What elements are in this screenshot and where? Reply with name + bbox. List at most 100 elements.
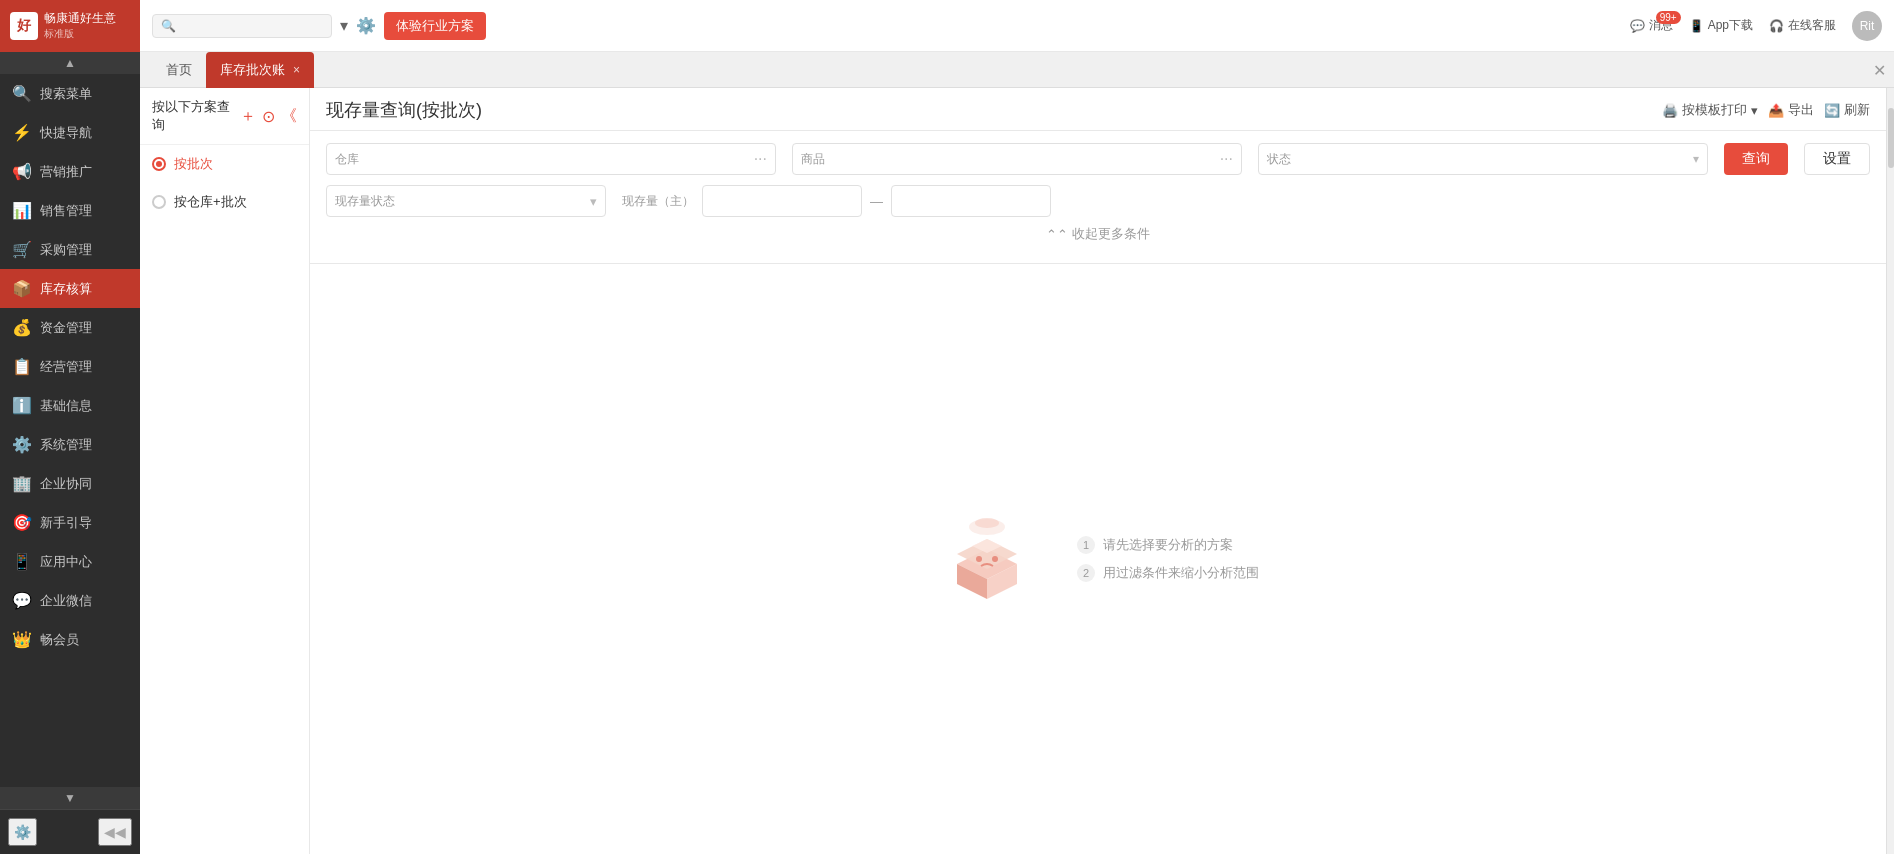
top-bar: 🔍 ▾ ⚙️ 体验行业方案 💬 消息 99+ 📱 App下载 🎧 在线客服 [140, 0, 1894, 52]
gear-btn[interactable]: ▾ [340, 16, 348, 35]
export-btn[interactable]: 📤 导出 [1768, 101, 1814, 119]
settings-btn[interactable]: 设置 [1804, 143, 1870, 175]
sidebar-item-search[interactable]: 🔍 搜索菜单 [0, 74, 140, 113]
filter-panel-actions: ＋ ⊙ 《 [240, 106, 297, 127]
filter-option-by-batch[interactable]: 按批次 [140, 145, 309, 183]
sidebar-item-inventory[interactable]: 📦 库存核算 [0, 269, 140, 308]
sidebar-item-newuser[interactable]: 🎯 新手引导 [0, 503, 140, 542]
sidebar-item-finance[interactable]: 💰 资金管理 [0, 308, 140, 347]
inventory-status-dropdown-icon: ▾ [590, 194, 597, 209]
settings-footer-btn[interactable]: ⚙️ [8, 818, 37, 846]
tab-home[interactable]: 首页 [152, 55, 206, 85]
sidebar-item-sales[interactable]: 📊 销售管理 [0, 191, 140, 230]
settings-icon-btn[interactable]: ⚙️ [356, 16, 376, 35]
inventory-status-field[interactable]: 现存量状态 ▾ [326, 185, 606, 217]
close-all-tabs-btn[interactable]: ✕ [1873, 60, 1886, 79]
product-more-btn[interactable]: ··· [1220, 150, 1233, 168]
status-field: 状态 ▾ [1258, 143, 1708, 175]
status-input[interactable]: 状态 ▾ [1258, 143, 1708, 175]
top-search-bar[interactable]: 🔍 [152, 14, 332, 38]
collapse-sidebar-btn[interactable]: ◀◀ [98, 818, 132, 846]
sidebar-scroll-down[interactable]: ▼ [0, 787, 140, 809]
sidebar-item-system[interactable]: ⚙️ 系统管理 [0, 425, 140, 464]
sidebar-item-label: 采购管理 [40, 241, 128, 259]
right-scrollbar[interactable] [1886, 88, 1894, 854]
sidebar-item-enterprise[interactable]: 🏢 企业协同 [0, 464, 140, 503]
enterprise-icon: 🏢 [12, 474, 32, 493]
tip-text-1: 请先选择要分析的方案 [1103, 536, 1233, 554]
export-icon: 📤 [1768, 103, 1784, 118]
product-field: 商品 ··· [792, 143, 1242, 175]
app-download-btn[interactable]: 📱 App下载 [1689, 17, 1753, 34]
page-area: 按以下方案查询 ＋ ⊙ 《 按批次 按仓库+批次 现存量查询(按批次) [140, 88, 1894, 854]
filter-settings-btn[interactable]: ⊙ [262, 107, 275, 126]
experience-btn[interactable]: 体验行业方案 [384, 12, 486, 40]
inventory-icon: 📦 [12, 279, 32, 298]
sidebar-scroll-up[interactable]: ▲ [0, 52, 140, 74]
tab-label: 库存批次账 [220, 61, 285, 79]
app-logo: 好 [10, 12, 38, 40]
sidebar-item-vip[interactable]: 👑 畅会员 [0, 620, 140, 659]
filter-option-label: 按仓库+批次 [174, 193, 247, 211]
app-version: 标准版 [44, 27, 116, 41]
sidebar-item-appcenter[interactable]: 📱 应用中心 [0, 542, 140, 581]
message-badge: 99+ [1656, 11, 1681, 24]
basic-icon: ℹ️ [12, 396, 32, 415]
warehouse-input[interactable]: 仓库 ··· [326, 143, 776, 175]
sidebar-item-marketing[interactable]: 📢 营销推广 [0, 152, 140, 191]
message-btn[interactable]: 💬 消息 99+ [1630, 17, 1673, 34]
sales-icon: 📊 [12, 201, 32, 220]
user-profile-btn[interactable]: Rit [1852, 11, 1882, 41]
inventory-qty-min[interactable] [702, 185, 862, 217]
refresh-btn[interactable]: 🔄 刷新 [1824, 101, 1870, 119]
online-service-label: 在线客服 [1788, 17, 1836, 34]
refresh-label: 刷新 [1844, 101, 1870, 119]
filter-row-2: 现存量状态 ▾ 现存量（主） — [326, 185, 1870, 217]
filter-form: 仓库 ··· 商品 ··· 状态 ▾ [310, 131, 1886, 264]
top-bar-right: 💬 消息 99+ 📱 App下载 🎧 在线客服 Rit [1630, 11, 1882, 41]
inventory-status-label: 现存量状态 [335, 193, 590, 210]
marketing-icon: 📢 [12, 162, 32, 181]
radio-by-batch [152, 157, 166, 171]
sidebar-item-operations[interactable]: 📋 经营管理 [0, 347, 140, 386]
search-icon: 🔍 [161, 19, 176, 33]
status-label: 状态 [1267, 151, 1693, 168]
wechat-icon: 💬 [12, 591, 32, 610]
user-name: Rit [1860, 19, 1875, 33]
query-btn[interactable]: 查询 [1724, 143, 1788, 175]
system-icon: ⚙️ [12, 435, 32, 454]
filter-option-by-warehouse-batch[interactable]: 按仓库+批次 [140, 183, 309, 221]
sidebar-item-wechat[interactable]: 💬 企业微信 [0, 581, 140, 620]
inventory-qty-max[interactable] [891, 185, 1051, 217]
online-service-btn[interactable]: 🎧 在线客服 [1769, 17, 1836, 34]
collapse-filter-btn[interactable]: 《 [281, 106, 297, 127]
purchase-icon: 🛒 [12, 240, 32, 259]
sidebar-item-label: 快捷导航 [40, 124, 128, 142]
chevron-up-icon: ⌃⌃ [1046, 227, 1068, 242]
top-bar-left: 🔍 ▾ ⚙️ 体验行业方案 [152, 12, 1622, 40]
sidebar-item-purchase[interactable]: 🛒 采购管理 [0, 230, 140, 269]
warehouse-more-btn[interactable]: ··· [754, 150, 767, 168]
print-btn[interactable]: 🖨️ 按模板打印 ▾ [1662, 101, 1758, 119]
tab-inventory-batch[interactable]: 库存批次账 × [206, 52, 314, 88]
collapse-more-btn[interactable]: ⌃⌃ 收起更多条件 [326, 217, 1870, 251]
add-filter-btn[interactable]: ＋ [240, 106, 256, 127]
tab-close-icon[interactable]: × [293, 63, 300, 77]
print-label: 按模板打印 [1682, 101, 1747, 119]
sidebar-item-label: 新手引导 [40, 514, 128, 532]
print-dropdown-icon: ▾ [1751, 103, 1758, 118]
quicknav-icon: ⚡ [12, 123, 32, 142]
home-label: 首页 [166, 62, 192, 77]
sidebar-item-label: 销售管理 [40, 202, 128, 220]
appcenter-icon: 📱 [12, 552, 32, 571]
qty-dash: — [870, 194, 883, 209]
refresh-icon: 🔄 [1824, 103, 1840, 118]
product-input[interactable]: 商品 ··· [792, 143, 1242, 175]
tab-bar: 首页 库存批次账 × ✕ [140, 52, 1894, 88]
sidebar-item-quicknav[interactable]: ⚡ 快捷导航 [0, 113, 140, 152]
svg-point-6 [992, 556, 998, 562]
empty-tips: 1 请先选择要分析的方案 2 用过滤条件来缩小分析范围 [1077, 536, 1259, 582]
sidebar-item-basic[interactable]: ℹ️ 基础信息 [0, 386, 140, 425]
search-icon: 🔍 [12, 84, 32, 103]
content-area: 现存量查询(按批次) 🖨️ 按模板打印 ▾ 📤 导出 🔄 刷新 [310, 88, 1886, 854]
